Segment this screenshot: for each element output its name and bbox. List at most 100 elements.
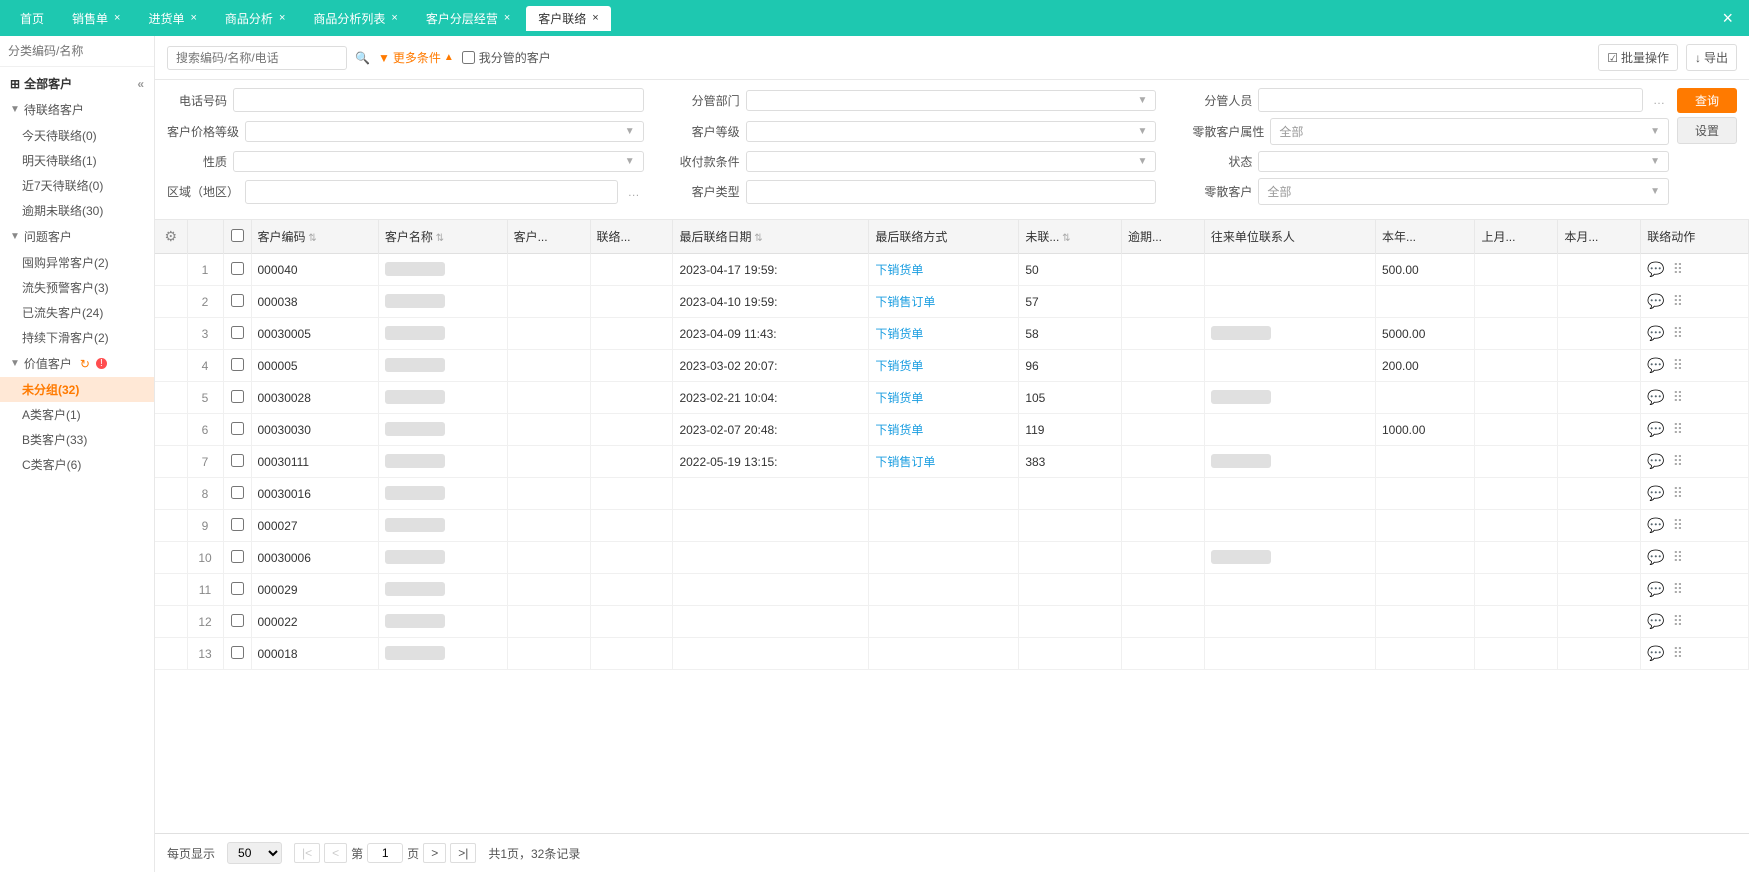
tab-home[interactable]: 首页 [8, 6, 56, 31]
sidebar-group-pending[interactable]: ▼ 待联络客户 [0, 96, 154, 123]
reset-button[interactable]: 设置 [1677, 117, 1737, 144]
batch-ops-button[interactable]: ☑ 批量操作 [1598, 44, 1678, 71]
close-all-button[interactable]: × [1714, 8, 1741, 29]
last-page-button[interactable]: >| [450, 843, 476, 863]
tab-sales[interactable]: 销售单 × [60, 6, 132, 31]
tab-purchase[interactable]: 进货单 × [136, 6, 208, 31]
filter-search-icon[interactable]: 🔍 [355, 51, 370, 65]
prev-page-button[interactable]: < [324, 843, 347, 863]
action-more-icon[interactable]: ⠿ [1673, 357, 1683, 374]
action-more-icon[interactable]: ⠿ [1673, 293, 1683, 310]
row-checkbox[interactable] [231, 582, 244, 595]
export-button[interactable]: ↓ 导出 [1686, 44, 1737, 71]
row-checkbox-cell[interactable] [223, 350, 251, 382]
row-checkbox[interactable] [231, 614, 244, 627]
action-message-icon[interactable]: 💬 [1647, 421, 1664, 438]
action-more-icon[interactable]: ⠿ [1673, 613, 1683, 630]
sidebar-collapse-icon[interactable]: « [137, 77, 144, 91]
row-checkbox-cell[interactable] [223, 414, 251, 446]
settings-gear-icon[interactable]: ⚙ [164, 228, 177, 244]
last-contact-method-link[interactable]: 下销售订单 [875, 295, 935, 309]
sidebar-all-customers[interactable]: ⊞ 全部客户 « [0, 67, 154, 96]
sidebar-item-class-b[interactable]: B类客户(33) [0, 427, 154, 452]
action-message-icon[interactable]: 💬 [1647, 357, 1664, 374]
my-customers-checkbox-label[interactable]: 我分管的客户 [462, 49, 551, 66]
sidebar-item-churn-warning[interactable]: 流失预警客户(3) [0, 275, 154, 300]
row-checkbox-cell[interactable] [223, 542, 251, 574]
action-more-icon[interactable]: ⠿ [1673, 549, 1683, 566]
col-checkbox[interactable] [223, 220, 251, 254]
tab-customer-contact[interactable]: 客户联络 × [526, 6, 610, 31]
row-checkbox[interactable] [231, 262, 244, 275]
action-message-icon[interactable]: 💬 [1647, 325, 1664, 342]
sidebar-item-class-a[interactable]: A类客户(1) [0, 402, 154, 427]
sidebar-group-problem[interactable]: ▼ 问题客户 [0, 223, 154, 250]
row-checkbox[interactable] [231, 422, 244, 435]
action-message-icon[interactable]: 💬 [1647, 613, 1664, 630]
sidebar-item-declining[interactable]: 持续下滑客户(2) [0, 325, 154, 350]
my-customers-checkbox[interactable] [462, 51, 475, 64]
tab-sales-close[interactable]: × [114, 12, 120, 24]
row-checkbox-cell[interactable] [223, 446, 251, 478]
row-checkbox-cell[interactable] [223, 638, 251, 670]
row-checkbox[interactable] [231, 326, 244, 339]
row-checkbox[interactable] [231, 486, 244, 499]
row-checkbox[interactable] [231, 294, 244, 307]
action-message-icon[interactable]: 💬 [1647, 549, 1664, 566]
sidebar-item-abnormal[interactable]: 囤购异常客户(2) [0, 250, 154, 275]
more-conditions-button[interactable]: ▼ 更多条件 ▲ [378, 49, 454, 66]
region-more-icon[interactable]: … [624, 185, 644, 199]
col-last-contact-date[interactable]: 最后联络日期 [673, 220, 869, 254]
action-more-icon[interactable]: ⠿ [1673, 261, 1683, 278]
sidebar-item-overdue-pending[interactable]: 逾期未联络(30) [0, 198, 154, 223]
row-checkbox[interactable] [231, 454, 244, 467]
row-checkbox-cell[interactable] [223, 478, 251, 510]
action-message-icon[interactable]: 💬 [1647, 389, 1664, 406]
action-more-icon[interactable]: ⠿ [1673, 485, 1683, 502]
col-code[interactable]: 客户编码 [251, 220, 378, 254]
col-no-contact[interactable]: 未联... [1019, 220, 1122, 254]
sidebar-item-class-c[interactable]: C类客户(6) [0, 452, 154, 477]
sidebar-item-churned[interactable]: 已流失客户(24) [0, 300, 154, 325]
next-page-button[interactable]: > [423, 843, 446, 863]
action-message-icon[interactable]: 💬 [1647, 453, 1664, 470]
tab-product-analysis-list-close[interactable]: × [391, 12, 397, 24]
status-select[interactable]: ▼ [1258, 151, 1669, 172]
query-button[interactable]: 查询 [1677, 88, 1737, 113]
region-input[interactable] [245, 180, 618, 204]
last-contact-method-link[interactable]: 下销货单 [875, 327, 923, 341]
last-contact-method-link[interactable]: 下销货单 [875, 423, 923, 437]
customer-type-input[interactable] [746, 180, 1157, 204]
action-more-icon[interactable]: ⠿ [1673, 453, 1683, 470]
sidebar-item-tomorrow-pending[interactable]: 明天待联络(1) [0, 148, 154, 173]
phone-input[interactable] [233, 88, 644, 112]
sidebar-item-7day-pending[interactable]: 近7天待联络(0) [0, 173, 154, 198]
last-contact-method-link[interactable]: 下销售订单 [875, 455, 935, 469]
last-contact-method-link[interactable]: 下销货单 [875, 359, 923, 373]
action-more-icon[interactable]: ⠿ [1673, 645, 1683, 662]
tab-customer-segment[interactable]: 客户分层经营 × [414, 6, 522, 31]
retail-customer-select[interactable]: 全部 ▼ [1258, 178, 1669, 205]
row-checkbox[interactable] [231, 550, 244, 563]
last-contact-method-link[interactable]: 下销货单 [875, 263, 923, 277]
row-checkbox-cell[interactable] [223, 286, 251, 318]
sidebar-group-score[interactable]: ▼ 价值客户 ↻ ! [0, 350, 154, 377]
staff-input[interactable] [1258, 88, 1643, 112]
row-checkbox[interactable] [231, 390, 244, 403]
row-checkbox[interactable] [231, 358, 244, 371]
action-more-icon[interactable]: ⠿ [1673, 325, 1683, 342]
action-message-icon[interactable]: 💬 [1647, 485, 1664, 502]
page-number-input[interactable] [367, 843, 403, 863]
tab-product-analysis-list[interactable]: 商品分析列表 × [301, 6, 409, 31]
sidebar-item-today-pending[interactable]: 今天待联络(0) [0, 123, 154, 148]
row-checkbox-cell[interactable] [223, 318, 251, 350]
action-more-icon[interactable]: ⠿ [1673, 581, 1683, 598]
refresh-icon[interactable]: ↻ [80, 357, 90, 371]
tab-purchase-close[interactable]: × [190, 12, 196, 24]
row-checkbox-cell[interactable] [223, 382, 251, 414]
row-checkbox-cell[interactable] [223, 510, 251, 542]
action-message-icon[interactable]: 💬 [1647, 261, 1664, 278]
action-more-icon[interactable]: ⠿ [1673, 421, 1683, 438]
price-level-select[interactable]: ▼ [245, 121, 644, 142]
sidebar-search-input[interactable] [8, 44, 155, 58]
